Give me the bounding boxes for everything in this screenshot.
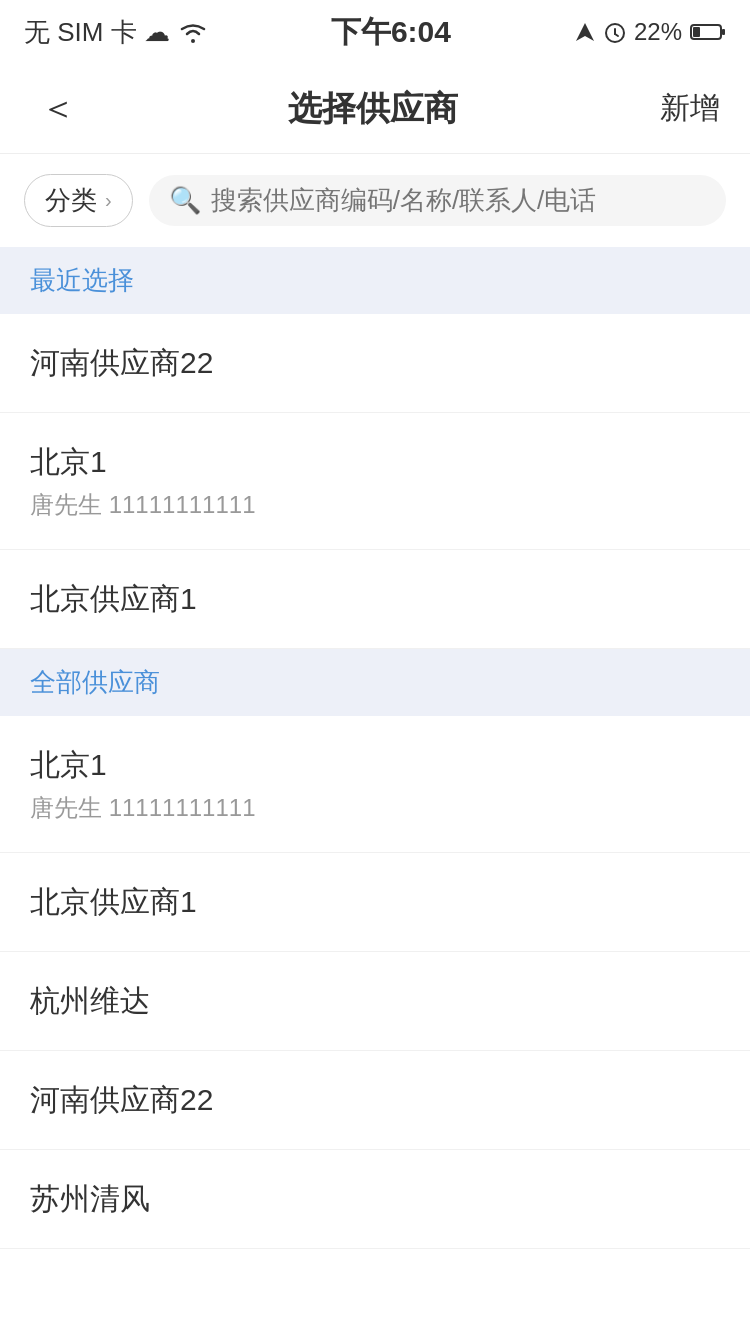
list-item[interactable]: 北京供应商1 xyxy=(0,550,750,649)
item-name: 北京供应商1 xyxy=(30,578,720,620)
search-input[interactable] xyxy=(211,185,706,216)
item-name: 苏州清风 xyxy=(30,1178,720,1220)
svg-rect-6 xyxy=(722,29,725,35)
filter-row: 分类 › 🔍 xyxy=(0,154,750,247)
svg-line-3 xyxy=(615,34,618,36)
list-item[interactable]: 北京供应商1 xyxy=(0,853,750,952)
list-item[interactable]: 苏州清风 xyxy=(0,1150,750,1249)
item-name: 河南供应商22 xyxy=(30,342,720,384)
search-icon: 🔍 xyxy=(169,185,201,216)
status-bar: 无 SIM 卡 ☁ 下午6:04 22% xyxy=(0,0,750,64)
sim-status: 无 SIM 卡 ☁ xyxy=(24,15,170,50)
nav-bar: ＜ 选择供应商 新增 xyxy=(0,64,750,154)
list-item[interactable]: 河南供应商22 xyxy=(0,1051,750,1150)
list-item[interactable]: 河南供应商22 xyxy=(0,314,750,413)
list-item[interactable]: 杭州维达 xyxy=(0,952,750,1051)
item-name: 北京供应商1 xyxy=(30,881,720,923)
item-name: 北京1 xyxy=(30,744,720,786)
item-name: 杭州维达 xyxy=(30,980,720,1022)
battery-icon xyxy=(690,22,726,42)
item-name: 北京1 xyxy=(30,441,720,483)
page-title: 选择供应商 xyxy=(288,86,458,132)
list-item[interactable]: 北京1 唐先生 11111111111 xyxy=(0,716,750,853)
search-box[interactable]: 🔍 xyxy=(149,175,726,226)
svg-rect-5 xyxy=(693,27,700,37)
all-section-header: 全部供应商 xyxy=(0,649,750,716)
wifi-icon xyxy=(178,21,208,43)
svg-marker-0 xyxy=(576,23,594,41)
back-button[interactable]: ＜ xyxy=(30,74,86,143)
recent-section-header: 最近选择 xyxy=(0,247,750,314)
status-left: 无 SIM 卡 ☁ xyxy=(24,15,208,50)
battery-percent: 22% xyxy=(634,18,682,46)
status-right: 22% xyxy=(574,18,726,46)
item-name: 河南供应商22 xyxy=(30,1079,720,1121)
category-label: 分类 xyxy=(45,183,97,218)
all-list: 北京1 唐先生 11111111111 北京供应商1 杭州维达河南供应商22 苏州清风 xyxy=(0,716,750,1249)
location-icon xyxy=(574,21,596,43)
alarm-icon xyxy=(604,21,626,43)
item-sub: 唐先生 11111111111 xyxy=(30,489,720,521)
add-button[interactable]: 新增 xyxy=(660,88,720,129)
status-time: 下午6:04 xyxy=(331,12,451,53)
chevron-right-icon: › xyxy=(105,189,112,212)
category-filter[interactable]: 分类 › xyxy=(24,174,133,227)
item-sub: 唐先生 11111111111 xyxy=(30,792,720,824)
recent-list: 河南供应商22 北京1 唐先生 11111111111 北京供应商1 xyxy=(0,314,750,649)
list-item[interactable]: 北京1 唐先生 11111111111 xyxy=(0,413,750,550)
